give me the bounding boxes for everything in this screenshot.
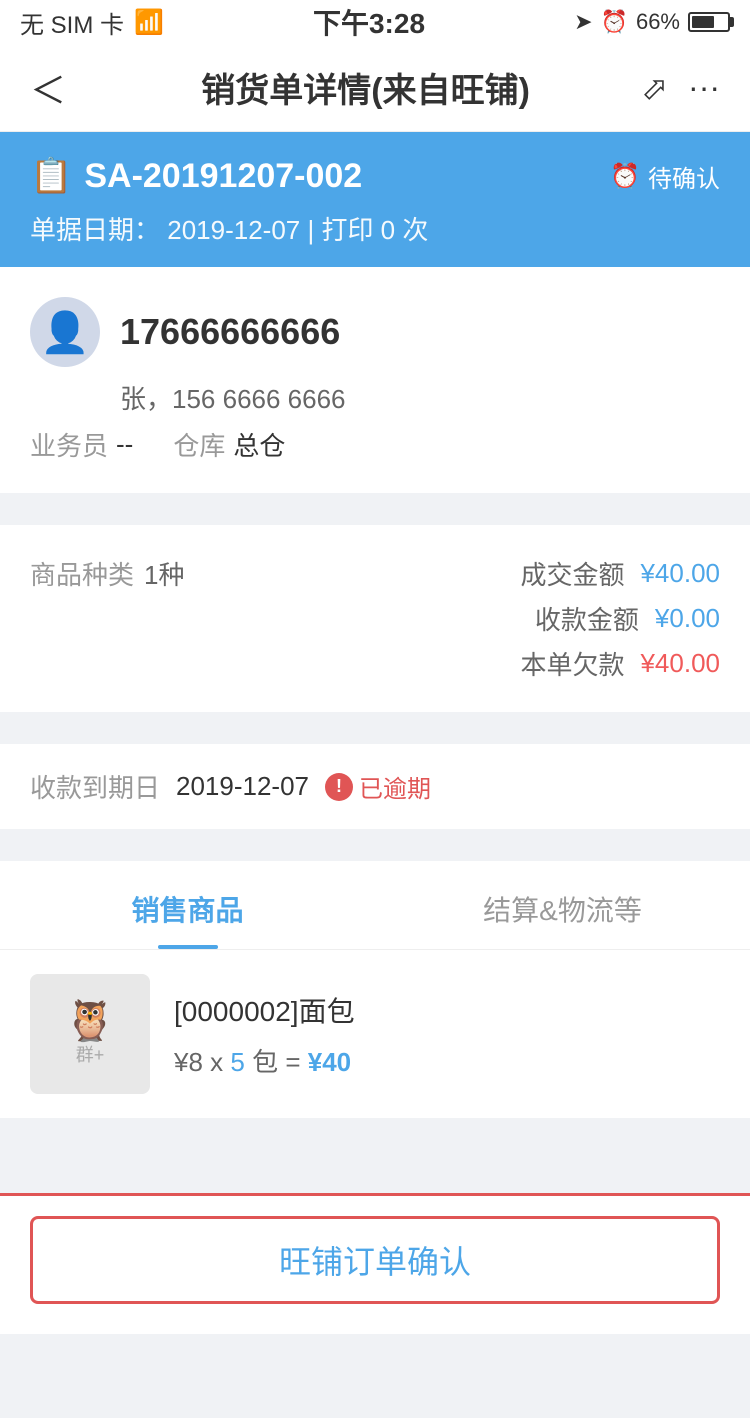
customer-section: 👤 17666666666 张，156 6666 6666 业务员 -- 仓库 … — [0, 267, 750, 493]
product-type-item: 商品种类 1种 — [30, 555, 184, 592]
amount-label-2: 本单欠款 — [520, 645, 624, 682]
status-time: 下午3:28 — [313, 2, 425, 42]
due-label: 收款到期日 — [30, 768, 160, 805]
warehouse-value: 总仓 — [233, 426, 285, 463]
status-left: 无 SIM 卡 📶 — [20, 5, 164, 40]
amount-row-1: 收款金额 ¥0.00 — [535, 600, 720, 637]
overdue-badge: ! 已逾期 — [325, 769, 431, 804]
customer-meta: 业务员 -- 仓库 总仓 — [30, 426, 720, 463]
amount-value-0: ¥40.00 — [640, 558, 720, 589]
location-icon: ➤ — [574, 9, 592, 35]
more-icon[interactable]: ··· — [688, 69, 720, 106]
amount-label-1: 收款金额 — [535, 600, 639, 637]
product-type-value: 1种 — [144, 555, 184, 592]
order-header: 📋 SA-20191207-002 ⏰ 待确认 单据日期： 2019-12-07… — [0, 132, 750, 267]
battery-text: 66% — [636, 9, 680, 35]
overdue-icon: ! — [325, 773, 353, 801]
summary-left: 商品种类 1种 — [30, 555, 184, 592]
equals-sign: = — [285, 1047, 307, 1077]
divider-2 — [0, 728, 750, 744]
warehouse-meta: 仓库 总仓 — [173, 426, 285, 463]
divider-1 — [0, 509, 750, 525]
overdue-text: 已逾期 — [359, 769, 431, 804]
salesman-label: 业务员 — [30, 426, 108, 463]
product-thumbnail: 🦉 群+ — [30, 974, 150, 1094]
back-button[interactable]: ＜ — [30, 62, 90, 114]
order-icon: 📋 — [30, 156, 72, 196]
tab-products[interactable]: 销售商品 — [0, 861, 375, 949]
status-right: ➤ ⏰ 66% — [574, 9, 730, 35]
due-date-value: 2019-12-07 — [176, 771, 309, 802]
due-section: 收款到期日 2019-12-07 ! 已逾期 — [0, 744, 750, 829]
tab-settlement[interactable]: 结算&物流等 — [375, 861, 750, 949]
order-id-row: 📋 SA-20191207-002 ⏰ 待确认 — [30, 156, 720, 196]
amount-row-2: 本单欠款 ¥40.00 — [520, 645, 720, 682]
divider-3 — [0, 845, 750, 861]
salesman-meta: 业务员 -- — [30, 426, 133, 463]
unit-price: ¥8 — [174, 1047, 203, 1077]
confirm-button[interactable]: 旺铺订单确认 — [30, 1216, 720, 1304]
customer-row: 👤 17666666666 — [30, 297, 720, 367]
product-info: [0000002]面包 ¥8 x 5 包 = ¥40 — [174, 990, 720, 1079]
salesman-value: -- — [116, 429, 133, 460]
carrier-text: 无 SIM 卡 — [20, 5, 124, 40]
summary-section: 商品种类 1种 成交金额 ¥40.00 收款金额 ¥0.00 本单欠款 ¥40.… — [0, 525, 750, 712]
product-qty: 5 — [230, 1047, 244, 1077]
product-thumb-logo: 🦉 — [65, 1001, 115, 1041]
summary-right: 成交金额 ¥40.00 收款金额 ¥0.00 本单欠款 ¥40.00 — [520, 555, 720, 682]
battery-icon — [688, 12, 730, 32]
amount-value-1: ¥0.00 — [655, 603, 720, 634]
customer-avatar: 👤 — [30, 297, 100, 367]
wifi-icon: 📶 — [134, 8, 164, 37]
avatar-icon: 👤 — [40, 309, 90, 356]
customer-phone: 17666666666 — [120, 311, 340, 353]
bottom-bar: 旺铺订单确认 — [0, 1193, 750, 1334]
status-bar: 无 SIM 卡 📶 下午3:28 ➤ ⏰ 66% — [0, 0, 750, 44]
multiply-sign: x — [210, 1047, 230, 1077]
customer-name: 张，156 6666 6666 — [30, 379, 720, 416]
product-item: 🦉 群+ [0000002]面包 ¥8 x 5 包 = ¥40 — [30, 974, 720, 1094]
order-date: 单据日期： 2019-12-07 | 打印 0 次 — [30, 210, 720, 247]
product-total: ¥40 — [308, 1047, 351, 1077]
tabs-section: 销售商品 结算&物流等 🦉 群+ [0000002]面包 ¥8 x 5 包 — [0, 861, 750, 1118]
unit-label: 包 — [252, 1047, 278, 1077]
order-id: 📋 SA-20191207-002 — [30, 156, 362, 196]
alarm-icon: ⏰ — [601, 9, 628, 35]
status-clock-icon: ⏰ — [610, 162, 640, 191]
amount-value-2: ¥40.00 — [640, 648, 720, 679]
amount-row-0: 成交金额 ¥40.00 — [520, 555, 720, 592]
nav-actions: ⬀ ··· — [641, 69, 720, 107]
tabs-row: 销售商品 结算&物流等 — [0, 861, 750, 950]
warehouse-label: 仓库 — [173, 426, 225, 463]
order-id-text: SA-20191207-002 — [84, 157, 362, 196]
product-name: [0000002]面包 — [174, 990, 720, 1030]
products-section: 🦉 群+ [0000002]面包 ¥8 x 5 包 = ¥40 — [0, 950, 750, 1118]
order-status: ⏰ 待确认 — [610, 159, 720, 194]
nav-bar: ＜ 销货单详情(来自旺铺) ⬀ ··· — [0, 44, 750, 132]
product-price: ¥8 x 5 包 = ¥40 — [174, 1042, 720, 1079]
product-thumb-brand: 群+ — [65, 1041, 115, 1067]
amount-label-0: 成交金额 — [520, 555, 624, 592]
product-type-label: 商品种类 — [30, 555, 134, 592]
share-icon[interactable]: ⬀ — [641, 69, 668, 107]
page-title: 销货单详情(来自旺铺) — [201, 63, 530, 112]
order-status-text: 待确认 — [648, 159, 720, 194]
